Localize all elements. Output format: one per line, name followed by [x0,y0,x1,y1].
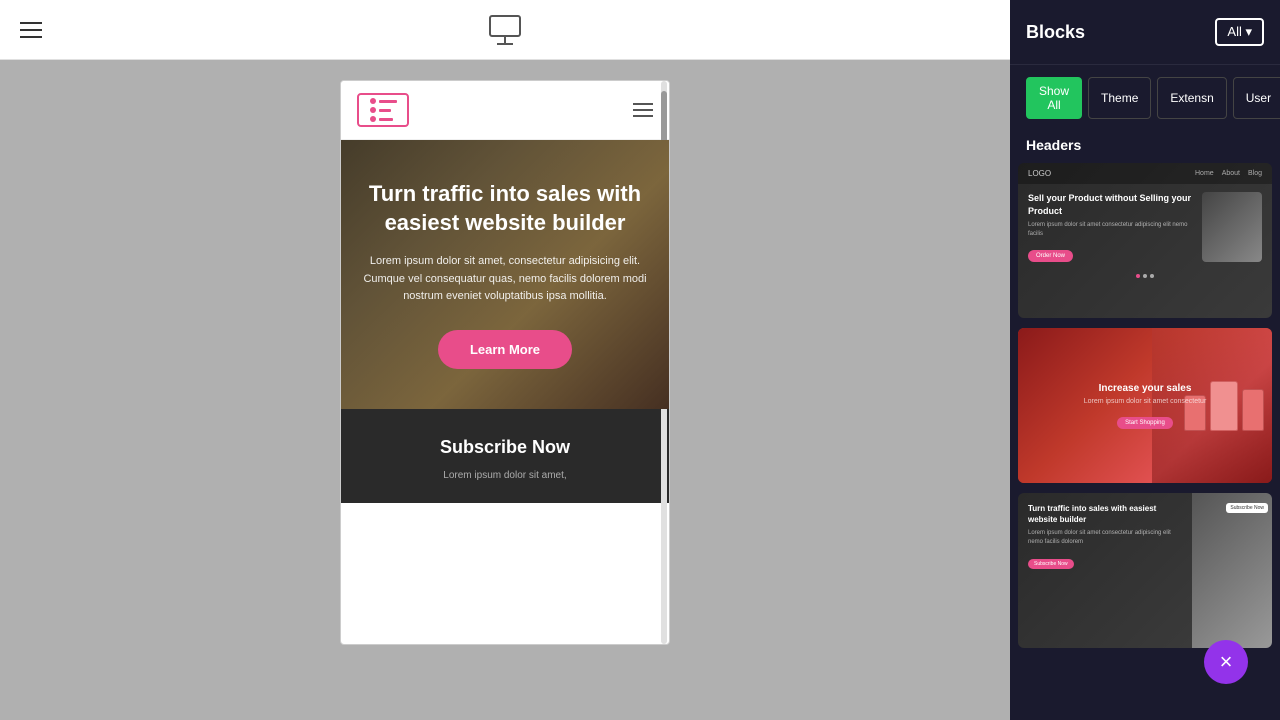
mobile-nav [341,81,669,140]
mobile-hero-section: Turn traffic into sales with easiest web… [341,140,669,409]
bp2-subtitle: Lorem ipsum dolor sit amet consectetur [1084,398,1207,405]
close-icon: × [1220,651,1233,673]
bp1-subtitle: Lorem ipsum dolor sit amet consectetur a… [1028,221,1194,238]
mobile-logo [357,93,409,127]
hero-body: Lorem ipsum dolor sit amet, consectetur … [361,253,649,306]
tab-user[interactable]: User [1233,77,1280,119]
block-preview-1[interactable]: LOGO Home About Blog Sell your Product w… [1018,163,1272,318]
bp3-cta-button: Subscribe Now [1028,559,1074,569]
tab-show-all[interactable]: Show All [1026,77,1082,119]
all-dropdown-button[interactable]: All ▾ [1215,18,1264,46]
bp3-subtitle: Lorem ipsum dolor sit amet consectetur a… [1028,529,1182,546]
block-preview-3[interactable]: Turn traffic into sales with easiest web… [1018,493,1272,648]
logo-card [357,93,409,127]
headers-section-title: Headers [1010,131,1280,163]
bp2-cta-button: Start Shopping [1117,417,1173,429]
bp3-bg-image [1192,493,1272,648]
bp1-image [1202,192,1262,262]
block-1-visual: LOGO Home About Blog Sell your Product w… [1018,163,1272,318]
bp1-cta-button: Order Now [1028,250,1073,262]
mobile-preview-frame: Turn traffic into sales with easiest web… [340,80,670,645]
blocks-sidebar: Blocks All ▾ Show All Theme Extensn User… [1010,0,1280,720]
block-previews-list: LOGO Home About Blog Sell your Product w… [1010,163,1280,660]
bp1-logo: LOGO [1028,169,1051,178]
bp3-subscribe-label: Subscribe Now [1226,503,1268,513]
blocks-title: Blocks [1026,22,1085,43]
toolbar [0,0,1010,60]
bp3-title: Turn traffic into sales with easiest web… [1028,503,1182,525]
block-3-visual: Turn traffic into sales with easiest web… [1018,493,1272,648]
sidebar-header: Blocks All ▾ [1010,0,1280,65]
hero-heading: Turn traffic into sales with easiest web… [361,180,649,237]
bp2-content: Increase your sales Lorem ipsum dolor si… [1074,373,1217,439]
logo-lines-icon [370,98,397,122]
bp3-left: Turn traffic into sales with easiest web… [1018,493,1192,648]
bp1-nav: Home About Blog [1195,170,1262,177]
tab-extension[interactable]: Extensn [1157,77,1226,119]
bp1-title: Sell your Product without Selling your P… [1028,192,1194,217]
mobile-hamburger-icon[interactable] [633,103,653,117]
subscribe-body: Lorem ipsum dolor sit amet, [361,468,649,483]
hero-content: Turn traffic into sales with easiest web… [361,180,649,369]
bp1-text-col: Sell your Product without Selling your P… [1028,192,1194,262]
bp2-title: Increase your sales [1084,383,1207,394]
mobile-subscribe-section: Subscribe Now Lorem ipsum dolor sit amet… [341,409,669,503]
monitor-icon[interactable] [489,15,521,45]
bp3-right: Subscribe Now [1192,493,1272,648]
close-fab-button[interactable]: × [1204,640,1248,684]
tab-theme[interactable]: Theme [1088,77,1151,119]
hamburger-menu-icon[interactable] [20,22,42,38]
subscribe-heading: Subscribe Now [361,437,649,458]
learn-more-button[interactable]: Learn More [438,330,572,369]
preview-canvas: Turn traffic into sales with easiest web… [0,60,1010,720]
block-preview-2[interactable]: Increase your sales Lorem ipsum dolor si… [1018,328,1272,483]
block-2-visual: Increase your sales Lorem ipsum dolor si… [1018,328,1272,483]
bp1-dots [1018,270,1272,282]
sidebar-tabs: Show All Theme Extensn User [1010,65,1280,131]
